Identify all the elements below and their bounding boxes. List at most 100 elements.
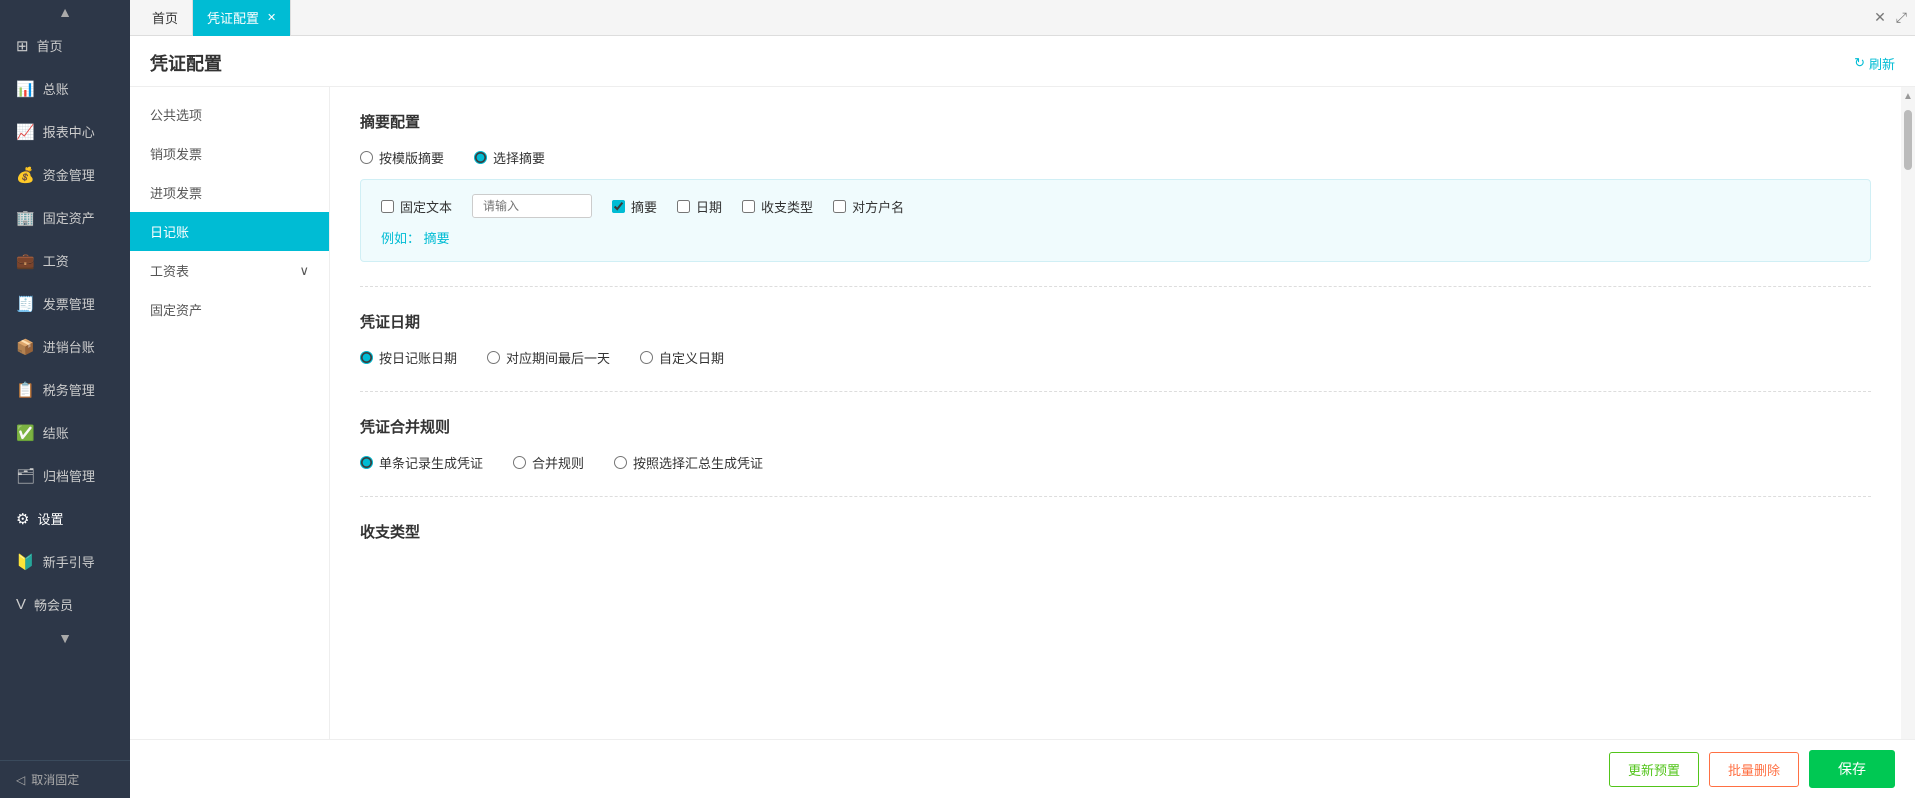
radio-period-last[interactable]: 对应期间最后一天	[487, 348, 610, 367]
radio-merge-input[interactable]	[513, 456, 526, 469]
nav-item-journal[interactable]: 日记账	[130, 212, 329, 251]
right-scrollbar[interactable]: ▲	[1901, 87, 1915, 739]
checkbox-summary-input[interactable]	[612, 200, 625, 213]
tab-bar-actions: ✕ ⤢	[1874, 9, 1907, 26]
page-title: 凭证配置	[150, 50, 222, 76]
save-button[interactable]: 保存	[1809, 750, 1895, 788]
radio-select-merge-input[interactable]	[614, 456, 627, 469]
tab-close-icon[interactable]: ✕	[267, 11, 276, 24]
radio-select[interactable]: 选择摘要	[474, 148, 545, 167]
refresh-button[interactable]: ↻ 刷新	[1854, 54, 1895, 73]
radio-single[interactable]: 单条记录生成凭证	[360, 453, 483, 472]
voucher-date-title: 凭证日期	[360, 311, 1871, 332]
sidebar-item-report[interactable]: 📈 报表中心	[0, 110, 130, 153]
nav-item-public[interactable]: 公共选项	[130, 95, 329, 134]
sidebar-scroll-up[interactable]: ▲	[0, 0, 130, 24]
radio-journal-date-input[interactable]	[360, 351, 373, 364]
nav-item-purchase-invoice[interactable]: 进项发票	[130, 173, 329, 212]
checkbox-date-input[interactable]	[677, 200, 690, 213]
fund-icon: 💰	[16, 166, 35, 184]
refresh-icon: ↻	[1854, 55, 1865, 71]
income-type-title: 收支类型	[360, 521, 1871, 542]
settle-icon: ✅	[16, 424, 35, 442]
radio-template-input[interactable]	[360, 151, 373, 164]
divider-1	[360, 286, 1871, 287]
sidebar-item-invoice[interactable]: 🧾 发票管理	[0, 282, 130, 325]
checkbox-counterparty[interactable]: 对方户名	[833, 197, 904, 216]
checkbox-options-box: 固定文本 摘要 日期 收支类型	[360, 179, 1871, 262]
radio-period-last-input[interactable]	[487, 351, 500, 364]
sidebar-item-asset[interactable]: 🏢 固定资产	[0, 196, 130, 239]
sidebar-item-fund[interactable]: 💰 资金管理	[0, 153, 130, 196]
sidebar-item-ledger[interactable]: 📊 总账	[0, 67, 130, 110]
checkbox-row: 固定文本 摘要 日期 收支类型	[381, 194, 1850, 218]
checkbox-income-type[interactable]: 收支类型	[742, 197, 813, 216]
nav-item-sales-invoice[interactable]: 销项发票	[130, 134, 329, 173]
checkbox-fixed-text[interactable]: 固定文本	[381, 197, 452, 216]
sidebar-item-vip[interactable]: V 畅会员	[0, 583, 130, 626]
radio-journal-date[interactable]: 按日记账日期	[360, 348, 457, 367]
sidebar-item-stock[interactable]: 📦 进销台账	[0, 325, 130, 368]
page-header: 凭证配置 ↻ 刷新	[130, 36, 1915, 87]
radio-merge[interactable]: 合并规则	[513, 453, 584, 472]
window-close-icon[interactable]: ✕	[1874, 9, 1886, 26]
tax-icon: 📋	[16, 381, 35, 399]
checkbox-summary[interactable]: 摘要	[612, 197, 657, 216]
radio-select-merge[interactable]: 按照选择汇总生成凭证	[614, 453, 763, 472]
nav-item-payroll[interactable]: 工资表 ∨	[130, 251, 329, 290]
content-body: 公共选项 销项发票 进项发票 日记账 工资表 ∨ 固定资产 摘要配置	[130, 87, 1915, 739]
asset-icon: 🏢	[16, 209, 35, 227]
batch-delete-button[interactable]: 批量删除	[1709, 752, 1799, 787]
merge-rules-title: 凭证合并规则	[360, 416, 1871, 437]
checkbox-fixed-text-input[interactable]	[381, 200, 394, 213]
sidebar-scroll-down[interactable]: ▼	[0, 626, 130, 650]
salary-icon: 💼	[16, 252, 35, 270]
checkbox-date[interactable]: 日期	[677, 197, 722, 216]
sidebar-item-guide[interactable]: 🔰 新手引导	[0, 540, 130, 583]
radio-custom-date-input[interactable]	[640, 351, 653, 364]
checkbox-income-type-input[interactable]	[742, 200, 755, 213]
summary-config-section: 摘要配置 按模版摘要 选择摘要 固定文本	[360, 111, 1871, 262]
update-preview-button[interactable]: 更新预置	[1609, 752, 1699, 787]
radio-template[interactable]: 按模版摘要	[360, 148, 444, 167]
sidebar-item-salary[interactable]: 💼 工资	[0, 239, 130, 282]
checkbox-counterparty-input[interactable]	[833, 200, 846, 213]
radio-custom-date[interactable]: 自定义日期	[640, 348, 724, 367]
tab-voucher-config-label: 凭证配置	[207, 8, 259, 27]
ledger-icon: 📊	[16, 80, 35, 98]
tab-home-label: 首页	[152, 8, 178, 27]
radio-single-input[interactable]	[360, 456, 373, 469]
cancel-pin-button[interactable]: ◁ 取消固定	[0, 760, 130, 798]
pin-icon: ◁	[16, 773, 25, 787]
fixed-text-input[interactable]	[472, 194, 592, 218]
left-nav: 公共选项 销项发票 进项发票 日记账 工资表 ∨ 固定资产	[130, 87, 330, 739]
vip-icon: V	[16, 596, 26, 613]
invoice-icon: 🧾	[16, 295, 35, 313]
main-area: 首页 凭证配置 ✕ ✕ ⤢ 凭证配置 ↻ 刷新 公共选项 销项发票 进	[130, 0, 1915, 798]
summary-config-title: 摘要配置	[360, 111, 1871, 132]
divider-3	[360, 496, 1871, 497]
nav-item-fixed-asset[interactable]: 固定资产	[130, 290, 329, 329]
tab-home[interactable]: 首页	[138, 0, 193, 36]
window-maximize-icon[interactable]: ⤢	[1896, 9, 1907, 26]
summary-radio-row: 按模版摘要 选择摘要	[360, 148, 1871, 167]
income-type-section: 收支类型	[360, 521, 1871, 542]
sidebar-item-tax[interactable]: 📋 税务管理	[0, 368, 130, 411]
sidebar-item-settings[interactable]: ⚙ 设置	[0, 497, 130, 540]
scroll-thumb[interactable]	[1904, 110, 1912, 170]
bottom-bar: 更新预置 批量删除 保存	[130, 739, 1915, 798]
scroll-up-arrow[interactable]: ▲	[1899, 87, 1915, 106]
sidebar-item-home[interactable]: ⊞ 首页	[0, 24, 130, 67]
sidebar-item-archive[interactable]: 🗂 归档管理	[0, 454, 130, 497]
sidebar-item-settle[interactable]: ✅ 结账	[0, 411, 130, 454]
guide-icon: 🔰	[16, 553, 35, 571]
archive-icon: 🗂	[16, 467, 35, 485]
divider-2	[360, 391, 1871, 392]
right-panel: 摘要配置 按模版摘要 选择摘要 固定文本	[330, 87, 1901, 739]
chevron-down-icon: ∨	[299, 263, 309, 279]
tab-voucher-config[interactable]: 凭证配置 ✕	[193, 0, 291, 36]
radio-select-input[interactable]	[474, 151, 487, 164]
report-icon: 📈	[16, 123, 35, 141]
merge-rules-section: 凭证合并规则 单条记录生成凭证 合并规则 按照选择汇总生成凭证	[360, 416, 1871, 472]
merge-rules-radio-row: 单条记录生成凭证 合并规则 按照选择汇总生成凭证	[360, 453, 1871, 472]
